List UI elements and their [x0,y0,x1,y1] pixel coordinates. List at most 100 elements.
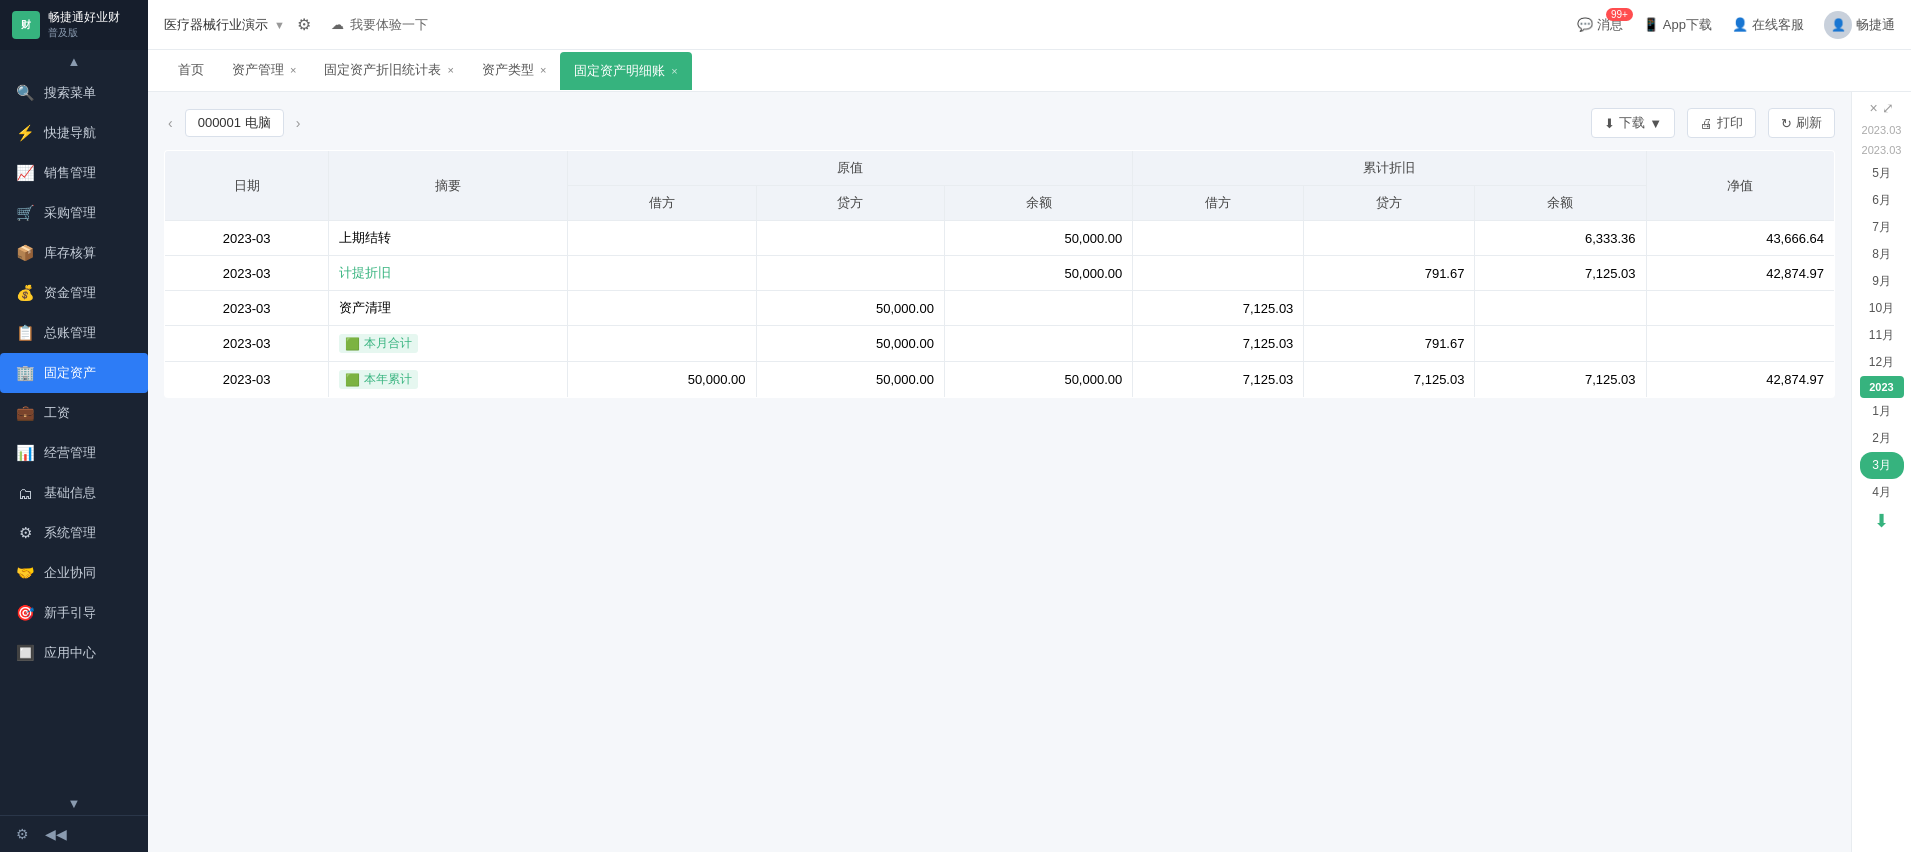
sidebar-item-label: 搜索菜单 [44,84,96,102]
experience-btn[interactable]: ☁ 我要体验一下 [331,16,428,34]
timeline-month-1[interactable]: 1月 [1860,398,1904,425]
sidebar-logo: 财 畅捷通好业财 普及版 [0,0,148,50]
cell-jingzhi [1646,326,1834,362]
refresh-btn[interactable]: ↻ 刷新 [1768,108,1835,138]
system-icon: ⚙ [16,524,34,542]
sidebar-item-inventory[interactable]: 📦 库存核算 [0,233,148,273]
tab-asset-management[interactable]: 资产管理 × [218,51,310,91]
timeline-expand-btn[interactable]: ⤢ [1882,100,1894,116]
fixed-assets-icon: 🏢 [16,364,34,382]
badge-label: 本月合计 [364,335,412,352]
sidebar-item-label: 总账管理 [44,324,96,342]
tab-close-icon[interactable]: × [290,64,296,76]
asset-prev-btn[interactable]: ‹ [164,111,177,135]
print-btn[interactable]: 🖨 打印 [1687,108,1756,138]
timeline-year-2023[interactable]: 2023 [1860,376,1904,398]
app-download-icon: 📱 [1643,17,1659,32]
tab-depreciation-table[interactable]: 固定资产折旧统计表 × [310,51,467,91]
timeline-month-8[interactable]: 8月 [1860,241,1904,268]
company-name: 医疗器械行业演示 [164,16,268,34]
app-download-btn[interactable]: 📱 App下载 [1643,16,1712,34]
sidebar-item-search[interactable]: 🔍 搜索菜单 [0,73,148,113]
sidebar-scroll-down[interactable]: ▼ [0,792,148,815]
col-jingzhi: 净值 [1646,151,1834,221]
settings-icon[interactable]: ⚙ [16,826,29,842]
cell-yuanzhi-daif: 50,000.00 [756,362,944,398]
online-service-btn[interactable]: 👤 在线客服 [1732,16,1804,34]
purchase-icon: 🛒 [16,204,34,222]
content-area: ‹ 000001 电脑 › ⬇ 下载 ▼ 🖨 打印 [148,92,1911,852]
sidebar-item-purchase[interactable]: 🛒 采购管理 [0,193,148,233]
sidebar-item-fixed-assets[interactable]: 🏢 固定资产 [0,353,148,393]
asset-code: 000001 电脑 [198,115,271,130]
timeline-month-3-active[interactable]: 3月 [1860,452,1904,479]
sidebar-item-app-center[interactable]: 🔲 应用中心 [0,633,148,673]
month-badge: 🟩 本年累计 [339,370,418,389]
sidebar-item-payroll[interactable]: 💼 工资 [0,393,148,433]
timeline-month-10[interactable]: 10月 [1860,295,1904,322]
tab-close-icon[interactable]: × [671,65,677,77]
cell-yuanzhi-yue [944,326,1132,362]
tab-close-icon[interactable]: × [447,64,453,76]
cell-yuanzhi-jief [568,291,756,326]
sidebar-scroll-up[interactable]: ▲ [0,50,148,73]
timeline-month-7[interactable]: 7月 [1860,214,1904,241]
month-badge: 🟩 本月合计 [339,334,418,353]
timeline-month-4[interactable]: 4月 [1860,479,1904,506]
sidebar-item-label: 快捷导航 [44,124,96,142]
cell-yuanzhi-daif [756,256,944,291]
timeline-month-9[interactable]: 9月 [1860,268,1904,295]
sidebar-item-quicknav[interactable]: ⚡ 快捷导航 [0,113,148,153]
sidebar-item-label: 工资 [44,404,70,422]
asset-code-item[interactable]: 000001 电脑 [185,109,284,137]
sidebar-nav: 🔍 搜索菜单 ⚡ 快捷导航 📈 销售管理 🛒 采购管理 📦 库存核算 💰 资金管… [0,73,148,792]
timeline-month-2[interactable]: 2月 [1860,425,1904,452]
table-row: 2023-03 计提折旧 50,000.00 791.67 7,125.03 4… [165,256,1835,291]
badge-icon: 🟩 [345,337,360,351]
cell-summary: 🟩 本年累计 [329,362,568,398]
asset-next-btn[interactable]: › [292,111,305,135]
tab-home[interactable]: 首页 [164,51,218,91]
online-service-label: 在线客服 [1752,16,1804,34]
cell-date: 2023-03 [165,326,329,362]
timeline-month-11[interactable]: 11月 [1860,322,1904,349]
col-summary: 摘要 [329,151,568,221]
timeline-close-btn[interactable]: × [1869,100,1877,116]
sidebar-item-label: 新手引导 [44,604,96,622]
collab-icon: 🤝 [16,564,34,582]
topbar-settings-icon[interactable]: ⚙ [297,15,311,34]
cell-lejizheju-daif: 791.67 [1304,326,1475,362]
sidebar-item-label: 库存核算 [44,244,96,262]
timeline-month-12[interactable]: 12月 [1860,349,1904,376]
timeline-down-btn[interactable]: ⬇ [1874,510,1889,532]
collapse-icon[interactable]: ◀◀ [45,826,67,842]
sidebar-item-guide[interactable]: 🎯 新手引导 [0,593,148,633]
sidebar-item-funds[interactable]: 💰 资金管理 [0,273,148,313]
tab-asset-type[interactable]: 资产类型 × [468,51,560,91]
sidebar-item-label: 经营管理 [44,444,96,462]
sidebar-item-operations[interactable]: 📊 经营管理 [0,433,148,473]
sidebar-item-collab[interactable]: 🤝 企业协同 [0,553,148,593]
timeline-month-6[interactable]: 6月 [1860,187,1904,214]
message-btn[interactable]: 💬 消息 99+ [1577,16,1623,34]
user-menu[interactable]: 👤 畅捷通 [1824,11,1895,39]
asset-nav: ‹ 000001 电脑 › ⬇ 下载 ▼ 🖨 打印 [164,108,1835,138]
cell-yuanzhi-jief: 50,000.00 [568,362,756,398]
cell-jingzhi [1646,291,1834,326]
tab-close-icon[interactable]: × [540,64,546,76]
sidebar-item-basic-info[interactable]: 🗂 基础信息 [0,473,148,513]
sidebar-item-label: 销售管理 [44,164,96,182]
sidebar-item-ledger[interactable]: 📋 总账管理 [0,313,148,353]
app-download-label: App下载 [1663,16,1712,34]
cell-date: 2023-03 [165,256,329,291]
cell-summary: 🟩 本月合计 [329,326,568,362]
experience-icon: ☁ [331,17,344,32]
timeline-panel: × ⤢ 2023.03 2023.03 5月 6月 7月 8月 9月 10月 1… [1851,92,1911,852]
sidebar-item-system[interactable]: ⚙ 系统管理 [0,513,148,553]
tab-asset-detail[interactable]: 固定资产明细账 × [560,52,691,90]
download-btn[interactable]: ⬇ 下载 ▼ [1591,108,1675,138]
operations-icon: 📊 [16,444,34,462]
company-selector[interactable]: 医疗器械行业演示 ▼ [164,16,285,34]
timeline-month-5[interactable]: 5月 [1860,160,1904,187]
sidebar-item-sales[interactable]: 📈 销售管理 [0,153,148,193]
